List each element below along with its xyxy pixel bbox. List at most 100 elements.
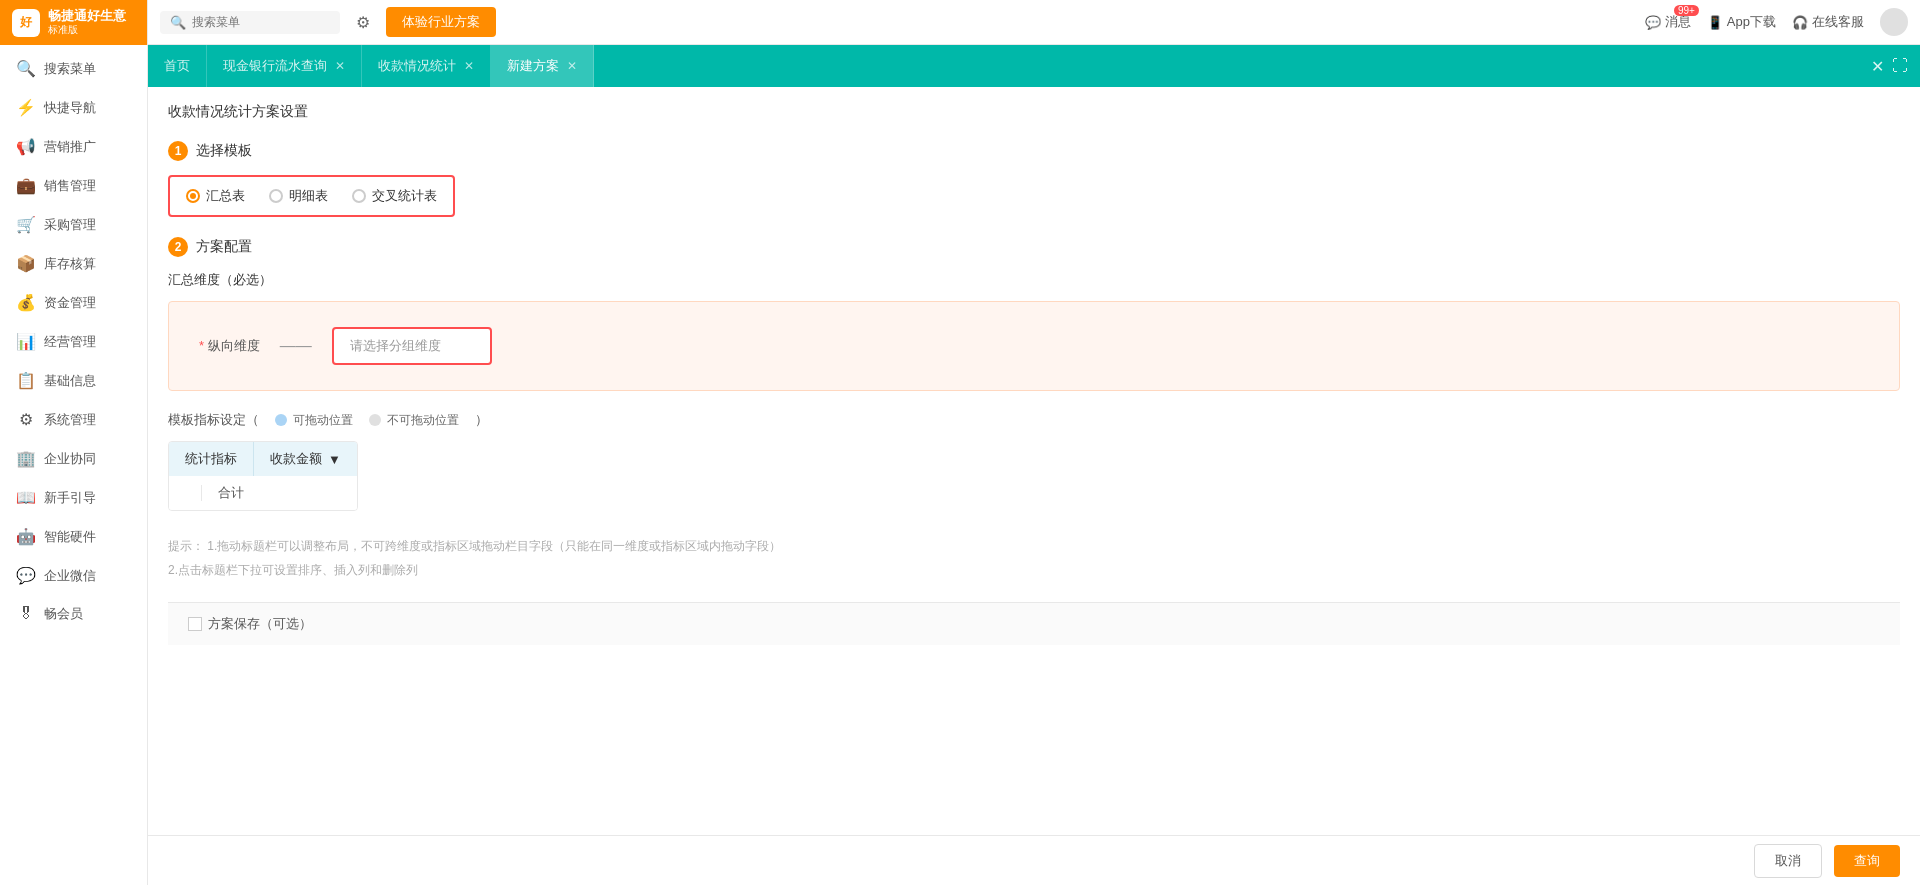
enterprise-icon: 🏢: [16, 449, 36, 468]
dimension-config: 汇总维度（必选） * 纵向维度 —— 请选择分组维度: [168, 271, 1900, 391]
notification-button[interactable]: 💬 消息 99+: [1645, 13, 1691, 31]
stats-row-cell: [169, 485, 202, 501]
save-label: 方案保存（可选）: [208, 615, 312, 633]
download-button[interactable]: 📱 App下载: [1707, 13, 1776, 31]
sidebar-item-inventory[interactable]: 📦 库存核算: [0, 244, 147, 283]
stats-indicator-label: 统计指标: [169, 442, 254, 476]
download-icon: 📱: [1707, 15, 1723, 30]
finance-icon: 💰: [16, 293, 36, 312]
sidebar-item-member[interactable]: 🎖 畅会员: [0, 595, 147, 633]
quick-nav-icon: ⚡: [16, 98, 36, 117]
download-label: App下载: [1727, 13, 1776, 31]
tab-close-btn[interactable]: ✕: [1871, 57, 1884, 76]
tab-bar-actions: ✕ ⛶: [1871, 57, 1920, 76]
section1-header: 1 选择模板: [168, 141, 1900, 161]
content-area: 收款情况统计方案设置 1 选择模板 汇总表 明细表: [148, 87, 1920, 835]
legend-draggable: 可拖动位置: [275, 412, 353, 429]
indicator-title-prefix: 模板指标设定（: [168, 411, 259, 429]
tip-2: 2.点击标题栏下拉可设置排序、插入列和删除列: [168, 558, 1900, 582]
sidebar-item-label: 搜索菜单: [44, 60, 96, 78]
gear-button[interactable]: ⚙: [348, 7, 378, 37]
radio-detail[interactable]: 明细表: [269, 187, 328, 205]
member-icon: 🎖: [16, 605, 36, 623]
dimension-group-label: 汇总维度（必选）: [168, 271, 1900, 289]
stats-header-row: 统计指标 收款金额 ▼: [169, 442, 357, 476]
template-select-group: 汇总表 明细表 交叉统计表: [168, 175, 455, 217]
wechat-icon: 💬: [16, 566, 36, 585]
section-template: 1 选择模板 汇总表 明细表: [168, 141, 1900, 217]
page-content: 收款情况统计方案设置 1 选择模板 汇总表 明细表: [148, 87, 1920, 835]
sidebar-item-finance[interactable]: 💰 资金管理: [0, 283, 147, 322]
save-option[interactable]: 方案保存（可选）: [188, 615, 1880, 633]
section2-header: 2 方案配置: [168, 237, 1900, 257]
search-input[interactable]: [192, 15, 322, 29]
sidebar-item-enterprise[interactable]: 🏢 企业协同: [0, 439, 147, 478]
stats-col-dropdown[interactable]: 收款金额 ▼: [270, 450, 341, 468]
sidebar-item-label: 资金管理: [44, 294, 96, 312]
tips-area: 提示： 1.拖动标题栏可以调整布局，不可跨维度或指标区域拖动栏目字段（只能在同一…: [168, 534, 1900, 582]
section1-title: 选择模板: [196, 142, 252, 160]
non-draggable-dot: [369, 414, 381, 426]
sidebar-item-label: 营销推广: [44, 138, 96, 156]
footer: 取消 查询: [148, 835, 1920, 885]
sidebar-item-label: 企业微信: [44, 567, 96, 585]
sidebar-item-label: 快捷导航: [44, 99, 96, 117]
indicator-section: 模板指标设定（ 可拖动位置 不可拖动位置 ）: [168, 411, 1900, 582]
sidebar-item-label: 销售管理: [44, 177, 96, 195]
sidebar-item-label: 智能硬件: [44, 528, 96, 546]
sidebar-item-purchase[interactable]: 🛒 采购管理: [0, 205, 147, 244]
sidebar: 好 畅捷通好生意 标准版 🔍 搜索菜单 ⚡ 快捷导航 📢 营销推广 💼 销售管理…: [0, 0, 148, 885]
search-icon: 🔍: [16, 59, 36, 78]
tab-cash-flow-label: 现金银行流水查询: [223, 57, 327, 75]
sidebar-item-wechat[interactable]: 💬 企业微信: [0, 556, 147, 595]
dimension-area: * 纵向维度 —— 请选择分组维度: [168, 301, 1900, 391]
tab-collection-stats[interactable]: 收款情况统计 ✕: [362, 45, 491, 87]
sidebar-item-sales[interactable]: 💼 销售管理: [0, 166, 147, 205]
tab-new-plan[interactable]: 新建方案 ✕: [491, 45, 594, 87]
tab-home-label: 首页: [164, 57, 190, 75]
sidebar-item-guide[interactable]: 📖 新手引导: [0, 478, 147, 517]
radio-cross[interactable]: 交叉统计表: [352, 187, 437, 205]
section1-num: 1: [168, 141, 188, 161]
radio-detail-label: 明细表: [289, 187, 328, 205]
marketing-icon: 📢: [16, 137, 36, 156]
tab-cash-flow[interactable]: 现金银行流水查询 ✕: [207, 45, 362, 87]
topbar: 🔍 ⚙ 体验行业方案 💬 消息 99+ 📱 App下载 🎧 在线客服: [148, 0, 1920, 45]
tab-cash-flow-close[interactable]: ✕: [335, 59, 345, 73]
sidebar-item-label: 库存核算: [44, 255, 96, 273]
sidebar-item-label: 系统管理: [44, 411, 96, 429]
sidebar-item-marketing[interactable]: 📢 营销推广: [0, 127, 147, 166]
sidebar-item-system[interactable]: ⚙ 系统管理: [0, 400, 147, 439]
radio-summary-circle: [186, 189, 200, 203]
cancel-button[interactable]: 取消: [1754, 844, 1822, 878]
stats-col-header[interactable]: 收款金额 ▼: [254, 442, 357, 476]
sidebar-item-quick-nav[interactable]: ⚡ 快捷导航: [0, 88, 147, 127]
notification-badge: 99+: [1674, 5, 1699, 16]
save-checkbox[interactable]: [188, 617, 202, 631]
trial-button[interactable]: 体验行业方案: [386, 7, 496, 37]
query-button[interactable]: 查询: [1834, 845, 1900, 877]
section2-title: 方案配置: [196, 238, 252, 256]
non-draggable-label: 不可拖动位置: [387, 412, 459, 429]
tab-new-plan-close[interactable]: ✕: [567, 59, 577, 73]
section-config: 2 方案配置 汇总维度（必选） * 纵向维度 —— 请选择分组维度: [168, 237, 1900, 582]
sidebar-item-search[interactable]: 🔍 搜索菜单: [0, 49, 147, 88]
topbar-search-box[interactable]: 🔍: [160, 11, 340, 34]
support-button[interactable]: 🎧 在线客服: [1792, 13, 1864, 31]
draggable-dot: [275, 414, 287, 426]
tab-home[interactable]: 首页: [148, 45, 207, 87]
radio-cross-circle: [352, 189, 366, 203]
sidebar-item-basic-info[interactable]: 📋 基础信息: [0, 361, 147, 400]
tab-expand-btn[interactable]: ⛶: [1892, 57, 1908, 75]
user-avatar[interactable]: [1880, 8, 1908, 36]
sidebar-item-operations[interactable]: 📊 经营管理: [0, 322, 147, 361]
stats-total-cell: 合计: [202, 476, 260, 510]
sidebar-logo: 好 畅捷通好生意 标准版: [0, 0, 147, 45]
sidebar-item-hardware[interactable]: 🤖 智能硬件: [0, 517, 147, 556]
section2-num: 2: [168, 237, 188, 257]
tab-collection-stats-close[interactable]: ✕: [464, 59, 474, 73]
dimension-input[interactable]: 请选择分组维度: [332, 327, 492, 365]
radio-summary[interactable]: 汇总表: [186, 187, 245, 205]
sidebar-item-label: 新手引导: [44, 489, 96, 507]
sidebar-nav: 🔍 搜索菜单 ⚡ 快捷导航 📢 营销推广 💼 销售管理 🛒 采购管理 📦 库存核…: [0, 45, 147, 885]
